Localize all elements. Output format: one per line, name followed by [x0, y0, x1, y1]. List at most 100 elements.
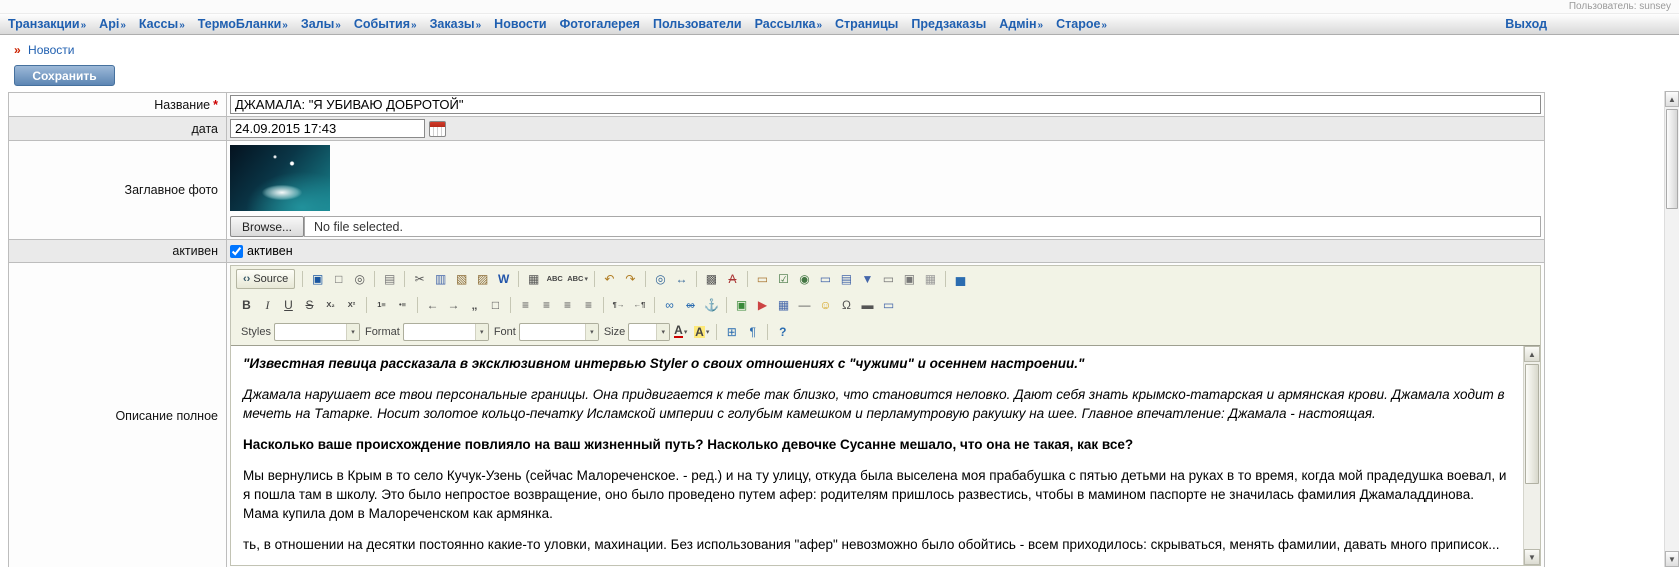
nav-item[interactable]: Пользователи: [653, 17, 742, 31]
background-color-icon[interactable]: A ▾: [691, 322, 712, 342]
title-input[interactable]: [230, 95, 1541, 114]
special-char-icon[interactable]: Ω: [836, 295, 857, 315]
about-icon[interactable]: ?: [772, 322, 793, 342]
page-scroll-up-button[interactable]: ▲: [1665, 91, 1679, 107]
save-button[interactable]: Сохранить: [14, 65, 115, 86]
paste-word-icon[interactable]: W: [493, 269, 514, 289]
chart-icon[interactable]: ▅: [950, 269, 971, 289]
new-page-icon[interactable]: □: [328, 269, 349, 289]
date-input[interactable]: [230, 119, 425, 138]
select-icon[interactable]: ▼: [857, 269, 878, 289]
bold-icon[interactable]: B: [236, 295, 257, 315]
table-icon[interactable]: ▦: [773, 295, 794, 315]
bidi-rtl-icon[interactable]: ←¶: [629, 295, 650, 315]
nav-item[interactable]: Фотогалерея: [560, 17, 640, 31]
textarea-icon[interactable]: ▤: [836, 269, 857, 289]
hidden-field-icon[interactable]: ▦: [920, 269, 941, 289]
templates-icon[interactable]: ▤: [379, 269, 400, 289]
editor-scroll-thumb[interactable]: [1525, 364, 1539, 484]
undo-icon[interactable]: ↶: [599, 269, 620, 289]
hr-icon[interactable]: ―: [794, 295, 815, 315]
source-button[interactable]: ‹› Source: [236, 269, 296, 289]
nav-item[interactable]: Залы»: [301, 17, 341, 31]
cut-icon[interactable]: ✂: [409, 269, 430, 289]
text-color-icon[interactable]: A ▾: [670, 322, 691, 342]
editor-scroll-up-button[interactable]: ▲: [1524, 346, 1540, 362]
blockquote-icon[interactable]: „: [464, 295, 485, 315]
link-icon[interactable]: ∞: [659, 295, 680, 315]
nav-item[interactable]: Транзакции»: [8, 17, 86, 31]
subscript-icon[interactable]: X₂: [320, 295, 341, 315]
remove-format-icon[interactable]: A: [722, 269, 743, 289]
size-select[interactable]: ▾: [628, 322, 671, 341]
page-scroll-thumb[interactable]: [1666, 109, 1678, 209]
show-blocks-icon[interactable]: ¶: [742, 322, 763, 342]
redo-icon[interactable]: ↷: [620, 269, 641, 289]
nav-item[interactable]: События»: [354, 17, 417, 31]
print-icon[interactable]: ▦: [523, 269, 544, 289]
page-break-icon[interactable]: ▬: [857, 295, 878, 315]
bulleted-list-icon[interactable]: •≡: [392, 295, 413, 315]
flash-icon[interactable]: ▶: [752, 295, 773, 315]
align-center-icon[interactable]: ≡: [536, 295, 557, 315]
nav-item[interactable]: Рассылка»: [755, 17, 822, 31]
align-left-icon[interactable]: ≡: [515, 295, 536, 315]
browse-button[interactable]: Browse...: [230, 216, 305, 237]
editor-scroll-track[interactable]: [1524, 362, 1540, 549]
form-icon[interactable]: ▭: [752, 269, 773, 289]
preview-icon[interactable]: ◎: [349, 269, 370, 289]
div-icon[interactable]: □: [485, 295, 506, 315]
align-right-icon[interactable]: ≡: [557, 295, 578, 315]
font-select[interactable]: ▾: [518, 322, 599, 341]
nav-item[interactable]: Страницы: [835, 17, 898, 31]
find-icon[interactable]: ◎: [650, 269, 671, 289]
iframe-icon[interactable]: ▭: [878, 295, 899, 315]
checkbox-icon[interactable]: ☑: [773, 269, 794, 289]
nav-item[interactable]: Новости: [494, 17, 546, 31]
page-scroll-down-button[interactable]: ▼: [1665, 551, 1679, 567]
strike-icon[interactable]: S: [299, 295, 320, 315]
nav-item[interactable]: ТермоБланки»: [198, 17, 288, 31]
spell-check-icon[interactable]: ABC: [544, 269, 565, 289]
numbered-list-icon[interactable]: 1≡: [371, 295, 392, 315]
smiley-icon[interactable]: ☺: [815, 295, 836, 315]
underline-icon[interactable]: U: [278, 295, 299, 315]
text-field-icon[interactable]: ▭: [815, 269, 836, 289]
image-button-icon[interactable]: ▣: [899, 269, 920, 289]
superscript-icon[interactable]: X²: [341, 295, 362, 315]
radio-icon[interactable]: ◉: [794, 269, 815, 289]
nav-item[interactable]: Кассы»: [139, 17, 185, 31]
nav-item[interactable]: Api»: [99, 17, 126, 31]
outdent-icon[interactable]: ←: [422, 295, 443, 315]
nav-item[interactable]: Старое»: [1056, 17, 1107, 31]
select-all-icon[interactable]: ▩: [701, 269, 722, 289]
active-checkbox[interactable]: [230, 244, 243, 258]
breadcrumb-link[interactable]: Новости: [28, 43, 74, 57]
bidi-ltr-icon[interactable]: ¶→: [608, 295, 629, 315]
page-scrollbar[interactable]: ▲ ▼: [1664, 91, 1679, 567]
styles-select[interactable]: ▾: [273, 322, 360, 341]
paste-text-icon[interactable]: ▨: [472, 269, 493, 289]
editor-scroll-down-button[interactable]: ▼: [1524, 549, 1540, 565]
replace-icon[interactable]: ↔: [671, 269, 692, 289]
paste-icon[interactable]: ▧: [451, 269, 472, 289]
nav-item[interactable]: Заказы»: [430, 17, 482, 31]
image-icon[interactable]: ▣: [731, 295, 752, 315]
button-icon[interactable]: ▭: [878, 269, 899, 289]
editor-scrollbar[interactable]: ▲ ▼: [1523, 346, 1540, 565]
unlink-icon[interactable]: ∞: [680, 295, 701, 315]
editor-content[interactable]: "Известная певица рассказала в эксклюзив…: [231, 346, 1523, 565]
maximize-icon[interactable]: ⊞: [721, 322, 742, 342]
page-scroll-track[interactable]: [1665, 107, 1679, 551]
calendar-icon[interactable]: [429, 120, 446, 137]
save-icon[interactable]: ▣: [307, 269, 328, 289]
anchor-icon[interactable]: ⚓: [701, 295, 722, 315]
justify-icon[interactable]: ≡: [578, 295, 599, 315]
nav-item[interactable]: Предзаказы: [911, 17, 986, 31]
format-select[interactable]: ▾: [402, 322, 489, 341]
nav-item[interactable]: Адмін»: [999, 17, 1043, 31]
scayt-icon[interactable]: ABC ▾: [565, 269, 590, 289]
copy-icon[interactable]: ▥: [430, 269, 451, 289]
indent-icon[interactable]: →: [443, 295, 464, 315]
italic-icon[interactable]: I: [257, 295, 278, 315]
